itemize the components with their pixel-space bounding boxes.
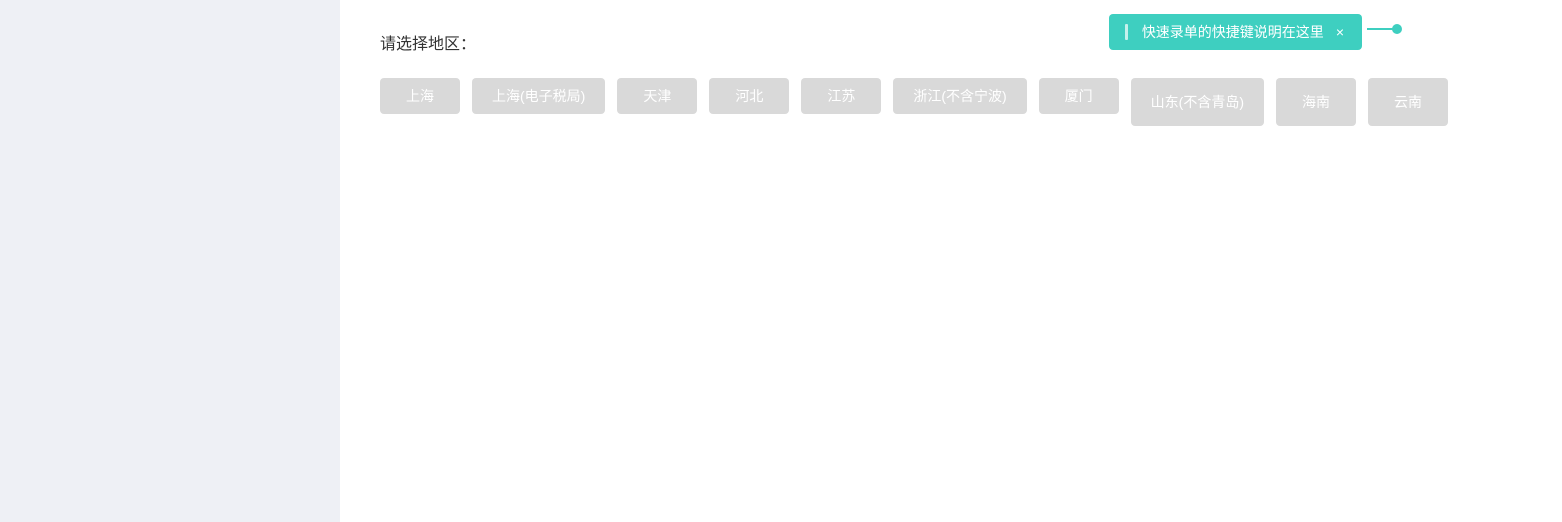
region-btn-zhejiang[interactable]: 浙江(不含宁波) (893, 78, 1026, 114)
sidebar (0, 0, 340, 522)
region-btn-jiangsu[interactable]: 江苏 (801, 78, 881, 114)
region-btn-tianjin[interactable]: 天津 (617, 78, 697, 114)
tooltip-close-button[interactable]: × (1334, 24, 1346, 40)
tooltip-banner: 快速录单的快捷键说明在这里 × (1109, 14, 1362, 50)
tooltip-dot (1392, 24, 1402, 34)
region-btn-shandong[interactable]: 山东(不含青岛) (1131, 78, 1264, 126)
region-btn-hainan[interactable]: 海南 (1276, 78, 1356, 126)
region-row-2: 山东(不含青岛)海南云南 (1131, 78, 1448, 126)
region-btn-hebei[interactable]: 河北 (709, 78, 789, 114)
region-buttons-container: 上海上海(电子税局) 天津河北江苏浙江(不含宁波) 厦门山东(不含青岛)海南云南 (380, 78, 1522, 126)
tooltip-text: 快速录单的快捷键说明在这里 (1142, 22, 1324, 42)
region-btn-yunnan[interactable]: 云南 (1368, 78, 1448, 126)
region-row-1: 上海上海(电子税局) 天津河北江苏浙江(不含宁波) 厦门 (380, 78, 1119, 114)
region-btn-shanghai-etax[interactable]: 上海(电子税局) (472, 78, 605, 114)
main-content: 请选择地区： 上海上海(电子税局)天津河北江苏浙江(不含宁波)厦门山东(不含青岛… (340, 0, 1562, 522)
region-btn-shanghai[interactable]: 上海 (380, 78, 460, 114)
region-btn-xiamen[interactable]: 厦门 (1039, 78, 1119, 114)
